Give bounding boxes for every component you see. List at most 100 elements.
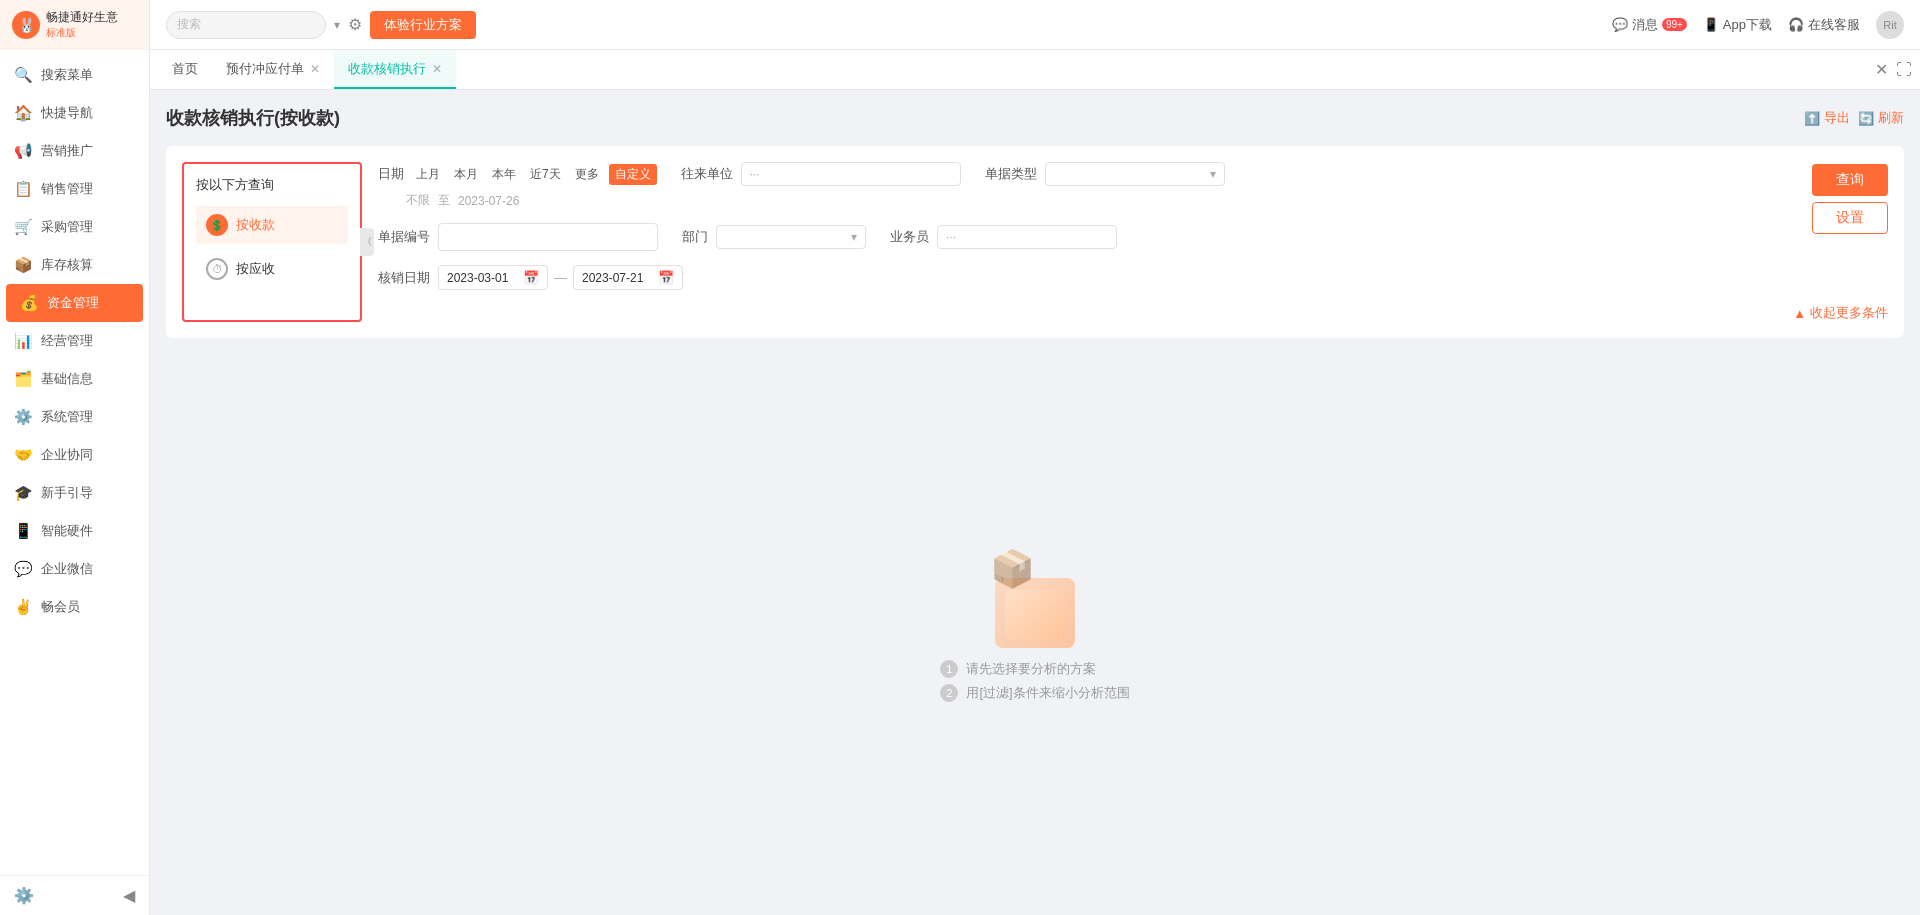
purchase-icon: 🛒	[14, 218, 33, 236]
filter-mode-panel: 按以下方查询 💲 按收款 ⏱ 按应收 《	[182, 162, 362, 322]
online-service-button[interactable]: 🎧 在线客服	[1788, 16, 1860, 34]
sidebar-item-sales-label: 销售管理	[41, 180, 93, 198]
doc-number-input[interactable]	[438, 223, 658, 251]
topbar-right: 💬 消息 99+ 📱 App下载 🎧 在线客服 Rit	[1612, 11, 1904, 39]
sidebar-item-operations[interactable]: 📊 经营管理	[0, 322, 149, 360]
topbar-gear-icon[interactable]: ⚙	[348, 15, 362, 34]
staff-dots: ···	[946, 230, 956, 244]
sidebar-item-purchase[interactable]: 🛒 采购管理	[0, 208, 149, 246]
sidebar-item-marketing[interactable]: 📢 营销推广	[0, 132, 149, 170]
empty-illustration: 📦	[985, 548, 1085, 648]
filter-voucher-type-field: 单据类型 ▾	[985, 162, 1225, 186]
step-2-num: 2	[940, 684, 958, 702]
sidebar-item-enterprise[interactable]: 🤝 企业协同	[0, 436, 149, 474]
sidebar-item-vip[interactable]: ✌️ 畅会员	[0, 588, 149, 626]
staff-input[interactable]: ···	[937, 225, 1117, 249]
empty-step-2: 2 用[过滤]条件来缩小分析范围	[940, 684, 1129, 702]
date-shortcut-this-month[interactable]: 本月	[450, 164, 482, 185]
tab-prepay-close-icon[interactable]: ✕	[310, 62, 320, 76]
tabbar-expand-button[interactable]: ⛶	[1896, 61, 1912, 79]
page-content: 收款核销执行(按收款) ⬆️ 导出 🔄 刷新 按以下方查询 💲 按收款	[150, 90, 1920, 915]
sidebar-item-hardware[interactable]: 📱 智能硬件	[0, 512, 149, 550]
empty-steps: 1 请先选择要分析的方案 2 用[过滤]条件来缩小分析范围	[940, 660, 1129, 702]
receivable-icon: ⏱	[206, 258, 228, 280]
filter-collapse-button[interactable]: 《	[360, 228, 374, 256]
date-shortcut-this-year[interactable]: 本年	[488, 164, 520, 185]
filter-option-by-receipt[interactable]: 💲 按收款	[196, 206, 348, 244]
topbar-chevron-icon[interactable]: ▾	[334, 18, 340, 32]
date-shortcut-last-month[interactable]: 上月	[412, 164, 444, 185]
page-header: 收款核销执行(按收款) ⬆️ 导出 🔄 刷新	[166, 106, 1904, 130]
sidebar: 🐰 畅捷通好生意 标准版 🔍 搜索菜单 🏠 快捷导航 📢 营销推广 📋 销售管理…	[0, 0, 150, 915]
writeoff-from-input[interactable]: 2023-03-01 📅	[438, 265, 548, 290]
filter-panel: 按以下方查询 💲 按收款 ⏱ 按应收 《	[166, 146, 1904, 338]
guide-icon: 🎓	[14, 484, 33, 502]
topbar-search-placeholder: 搜索	[177, 16, 201, 33]
basic-icon: 🗂️	[14, 370, 33, 388]
staff-label: 业务员	[890, 228, 929, 246]
settings-bottom-icon[interactable]: ⚙️	[14, 886, 34, 905]
sidebar-item-quicknav[interactable]: 🏠 快捷导航	[0, 94, 149, 132]
sidebar-item-system[interactable]: ⚙️ 系统管理	[0, 398, 149, 436]
collapse-sidebar-icon[interactable]: ◀	[123, 886, 135, 905]
topbar-search-box[interactable]: 搜索	[166, 11, 326, 39]
app-download-button[interactable]: 📱 App下载	[1703, 16, 1772, 34]
filter-option-by-receivable[interactable]: ⏱ 按应收	[196, 250, 348, 288]
writeoff-to-input[interactable]: 2023-07-21 📅	[573, 265, 683, 290]
user-avatar: Rit	[1876, 11, 1904, 39]
sidebar-item-finance[interactable]: 💰 资金管理	[6, 284, 143, 322]
voucher-type-select[interactable]: ▾	[1045, 162, 1225, 186]
sidebar-item-sales[interactable]: 📋 销售管理	[0, 170, 149, 208]
date-shortcut-7days[interactable]: 近7天	[526, 164, 565, 185]
collapse-icon: 《	[362, 235, 372, 249]
empty-step-1: 1 请先选择要分析的方案	[940, 660, 1129, 678]
setting-button[interactable]: 设置	[1812, 202, 1888, 234]
step-2-text: 用[过滤]条件来缩小分析范围	[966, 684, 1129, 702]
refresh-button[interactable]: 🔄 刷新	[1858, 109, 1904, 127]
filter-row-1: 日期 上月 本月 本年 近7天 更多 自定义	[378, 162, 1796, 186]
date-shortcut-custom[interactable]: 自定义	[609, 164, 657, 185]
collapse-conditions-button[interactable]: ▲ 收起更多条件	[1793, 304, 1888, 322]
query-button[interactable]: 查询	[1812, 164, 1888, 196]
sidebar-item-basic[interactable]: 🗂️ 基础信息	[0, 360, 149, 398]
date-unlimited-label: 不限	[406, 192, 430, 209]
step-1-num: 1	[940, 660, 958, 678]
sidebar-item-finance-label: 资金管理	[47, 294, 99, 312]
tab-writeoff-close-icon[interactable]: ✕	[432, 62, 442, 76]
filter-docnumber-field: 单据编号	[378, 223, 658, 251]
user-area[interactable]: Rit	[1876, 11, 1904, 39]
search-icon: 🔍	[14, 66, 33, 84]
page-header-actions: ⬆️ 导出 🔄 刷新	[1804, 109, 1904, 127]
sidebar-item-marketing-label: 营销推广	[41, 142, 93, 160]
sidebar-item-search[interactable]: 🔍 搜索菜单	[0, 56, 149, 94]
dept-select[interactable]: ▾	[716, 225, 866, 249]
operations-icon: 📊	[14, 332, 33, 350]
tabbar-close-button[interactable]: ✕	[1875, 60, 1888, 79]
tab-list: 首页 预付冲应付单 ✕ 收款核销执行 ✕	[158, 50, 456, 89]
logo-icon: 🐰	[12, 11, 40, 39]
solution-button[interactable]: 体验行业方案	[370, 11, 476, 39]
sidebar-item-guide[interactable]: 🎓 新手引导	[0, 474, 149, 512]
enterprise-icon: 🤝	[14, 446, 33, 464]
sidebar-item-operations-label: 经营管理	[41, 332, 93, 350]
message-button[interactable]: 💬 消息 99+	[1612, 16, 1687, 34]
sidebar-item-inventory[interactable]: 📦 库存核算	[0, 246, 149, 284]
tabbar-actions: ✕ ⛶	[1875, 60, 1912, 79]
partner-input[interactable]: ···	[741, 162, 961, 186]
tab-writeoff-label: 收款核销执行	[348, 60, 426, 78]
sidebar-item-wechat[interactable]: 💬 企业微信	[0, 550, 149, 588]
tab-home[interactable]: 首页	[158, 50, 212, 89]
app-logo: 🐰 畅捷通好生意 标准版	[0, 0, 149, 50]
sidebar-item-basic-label: 基础信息	[41, 370, 93, 388]
tabbar: 首页 预付冲应付单 ✕ 收款核销执行 ✕ ✕ ⛶	[150, 50, 1920, 90]
partner-dots: ···	[750, 167, 760, 181]
tab-prepay[interactable]: 预付冲应付单 ✕	[212, 50, 334, 89]
tab-writeoff[interactable]: 收款核销执行 ✕	[334, 50, 456, 89]
export-button[interactable]: ⬆️ 导出	[1804, 109, 1850, 127]
headset-icon: 🎧	[1788, 17, 1804, 32]
dept-chevron-icon: ▾	[851, 230, 857, 244]
date-shortcut-more[interactable]: 更多	[571, 164, 603, 185]
hardware-icon: 📱	[14, 522, 33, 540]
filter-staff-field: 业务员 ···	[890, 225, 1117, 249]
filter-row-3: 核销日期 2023-03-01 📅 — 2023-07-21	[378, 265, 1796, 290]
